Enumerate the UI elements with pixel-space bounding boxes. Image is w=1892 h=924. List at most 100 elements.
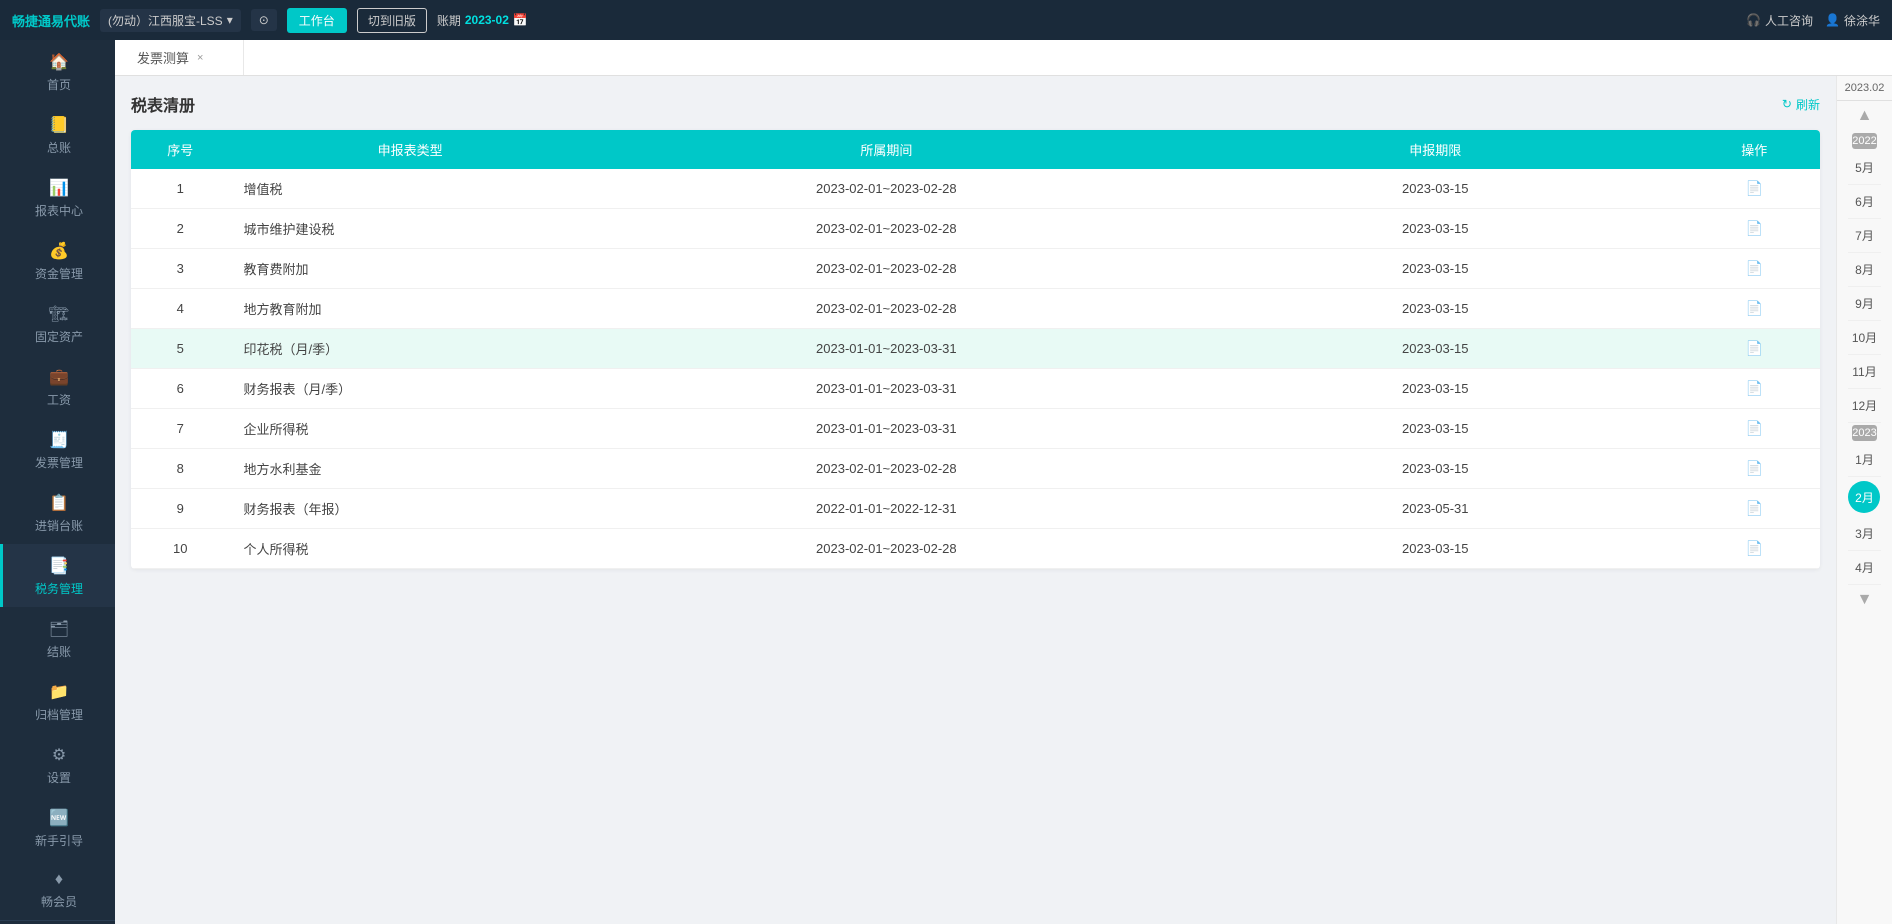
cell-deadline: 2023-03-15	[1182, 369, 1689, 409]
sidebar-item-settings[interactable]: ⚙ 设置	[0, 733, 115, 796]
main-panel: 税表清册 ↻ 刷新 序号申报表类型所属期间申报期限操作 1增值税2023-02-…	[115, 76, 1836, 924]
tab-invoice_check[interactable]: 发票测算 ×	[123, 40, 244, 76]
sidebar-item-settle[interactable]: 🗂 结账	[0, 607, 115, 670]
cell-period: 2023-01-01~2023-03-31	[591, 369, 1182, 409]
tab-close-invoice_check[interactable]: ×	[197, 52, 203, 64]
sidebar-label-ledger: 总账	[47, 139, 71, 156]
company-name: (勿动）江西服宝-LSS	[108, 12, 223, 29]
sidebar-item-guide[interactable]: 🆕新手引导	[0, 796, 115, 859]
workbench-button[interactable]: 工作台	[287, 8, 347, 33]
cell-action: 📄	[1689, 409, 1820, 449]
calendar-icon[interactable]: 📅	[513, 13, 528, 27]
cell-period: 2023-01-01~2023-03-31	[591, 409, 1182, 449]
sidebar-label-report: 报表中心	[35, 202, 83, 219]
home-icon: 🏠	[49, 52, 69, 72]
sidebar-item-ledger[interactable]: 📒总账	[0, 103, 115, 166]
action-doc-icon[interactable]: 📄	[1746, 260, 1763, 276]
sidebar-label-settings: 设置	[47, 769, 71, 786]
calendar-month-2022-6月[interactable]: 6月	[1848, 185, 1880, 219]
cell-type: 财务报表（月/季）	[230, 369, 591, 409]
cell-no: 8	[131, 449, 230, 489]
app-logo: 畅捷通易代账	[12, 11, 90, 30]
sidebar-item-vip[interactable]: ♦畅会员	[0, 859, 115, 920]
cell-type: 地方教育附加	[230, 289, 591, 329]
sidebar-label-settle: 结账	[47, 643, 71, 660]
content-area: 首页工资表×工资统计报表×发票×发票测算×发票开具×进销稽核×进销台账×税表清册…	[115, 40, 1892, 924]
cell-action: 📄	[1689, 449, 1820, 489]
calendar-scroll-up[interactable]: ▲	[1837, 101, 1892, 131]
copy-icon-button[interactable]: ⊙	[251, 9, 277, 31]
calendar-month-2022-9月[interactable]: 9月	[1848, 287, 1880, 321]
action-doc-icon[interactable]: 📄	[1746, 460, 1763, 476]
calendar-month-2023-3月[interactable]: 3月	[1848, 517, 1880, 551]
sidebar-item-invoice[interactable]: 🧾发票管理	[0, 418, 115, 481]
sidebar-item-home[interactable]: 🏠首页	[0, 40, 115, 103]
action-doc-icon[interactable]: 📄	[1746, 500, 1763, 516]
table-row: 1增值税2023-02-01~2023-02-282023-03-15📄	[131, 169, 1820, 209]
sidebar-label-vip: 畅会员	[41, 893, 77, 910]
avatar-icon: 👤	[1825, 13, 1840, 27]
cell-deadline: 2023-03-15	[1182, 169, 1689, 209]
calendar-month-2022-11月[interactable]: 11月	[1848, 355, 1880, 389]
purchase-icon: 📋	[49, 493, 69, 513]
settle-icon: 🗂	[49, 619, 69, 639]
archive-icon: 📁	[49, 682, 69, 702]
sidebar-item-fund[interactable]: 💰资金管理	[0, 229, 115, 292]
calendar-month-2023-4月[interactable]: 4月	[1848, 551, 1880, 585]
cell-deadline: 2023-05-31	[1182, 489, 1689, 529]
cell-period: 2023-02-01~2023-02-28	[591, 209, 1182, 249]
col-header-2: 所属期间	[591, 130, 1182, 169]
cell-no: 9	[131, 489, 230, 529]
cell-type: 增值税	[230, 169, 591, 209]
calendar-month-2022-7月[interactable]: 7月	[1848, 219, 1880, 253]
calendar-month-2023-1月[interactable]: 1月	[1848, 443, 1880, 477]
table-row: 6财务报表（月/季）2023-01-01~2023-03-312023-03-1…	[131, 369, 1820, 409]
calendar-month-2022-10月[interactable]: 10月	[1848, 321, 1880, 355]
calendar-month-2022-8月[interactable]: 8月	[1848, 253, 1880, 287]
table-row: 9财务报表（年报）2022-01-01~2022-12-312023-05-31…	[131, 489, 1820, 529]
action-doc-icon[interactable]: 📄	[1746, 220, 1763, 236]
top-bar-right: 🎧 人工咨询 👤 徐涂华	[1746, 12, 1880, 29]
calendar-panel: 2023.02 ▲ 20225月6月7月8月9月10月11月12月20231月2…	[1836, 76, 1892, 924]
page-title: 税表清册	[131, 92, 195, 116]
company-selector[interactable]: (勿动）江西服宝-LSS ▾	[100, 9, 241, 32]
calendar-scroll-down[interactable]: ▼	[1837, 585, 1892, 615]
cell-action: 📄	[1689, 209, 1820, 249]
tab-label-invoice_check: 发票测算	[137, 48, 189, 67]
cell-period: 2023-02-01~2023-02-28	[591, 529, 1182, 569]
action-doc-icon[interactable]: 📄	[1746, 340, 1763, 356]
ai-consult-button[interactable]: 🎧 人工咨询	[1746, 12, 1813, 29]
table-row: 3教育费附加2023-02-01~2023-02-282023-03-15📄	[131, 249, 1820, 289]
calendar-month-2022-12月[interactable]: 12月	[1848, 389, 1880, 423]
sidebar-label-guide: 新手引导	[35, 832, 83, 849]
sidebar-label-salary: 工资	[47, 391, 71, 408]
calendar-active-month[interactable]: 2月	[1848, 481, 1880, 513]
calendar-month-2022-5月[interactable]: 5月	[1848, 151, 1880, 185]
sidebar-item-report[interactable]: 📊报表中心	[0, 166, 115, 229]
tax-table: 序号申报表类型所属期间申报期限操作 1增值税2023-02-01~2023-02…	[131, 130, 1820, 569]
sidebar-pin-button[interactable]: 📌 取消固定	[0, 920, 115, 924]
sidebar-item-purchase[interactable]: 📋进销台账	[0, 481, 115, 544]
settings-icon: ⚙	[52, 745, 66, 765]
refresh-button[interactable]: ↻ 刷新	[1782, 96, 1820, 113]
col-header-1: 申报表类型	[230, 130, 591, 169]
cell-action: 📄	[1689, 329, 1820, 369]
cell-no: 7	[131, 409, 230, 449]
user-menu[interactable]: 👤 徐涂华	[1825, 12, 1880, 29]
action-doc-icon[interactable]: 📄	[1746, 420, 1763, 436]
action-doc-icon[interactable]: 📄	[1746, 540, 1763, 556]
sidebar-item-salary[interactable]: 💼工资	[0, 355, 115, 418]
action-doc-icon[interactable]: 📄	[1746, 300, 1763, 316]
cell-no: 1	[131, 169, 230, 209]
table-row: 10个人所得税2023-02-01~2023-02-282023-03-15📄	[131, 529, 1820, 569]
cell-action: 📄	[1689, 489, 1820, 529]
sidebar-item-archive[interactable]: 📁归档管理	[0, 670, 115, 733]
action-doc-icon[interactable]: 📄	[1746, 180, 1763, 196]
cell-type: 地方水利基金	[230, 449, 591, 489]
calendar-year-label: 2023.02	[1837, 76, 1892, 101]
switch-old-button[interactable]: 切到旧版	[357, 8, 427, 33]
sidebar-item-tax[interactable]: 📑税务管理	[0, 544, 115, 607]
action-doc-icon[interactable]: 📄	[1746, 380, 1763, 396]
cell-period: 2023-01-01~2023-03-31	[591, 329, 1182, 369]
sidebar-item-fixed[interactable]: 🏗固定资产	[0, 292, 115, 355]
